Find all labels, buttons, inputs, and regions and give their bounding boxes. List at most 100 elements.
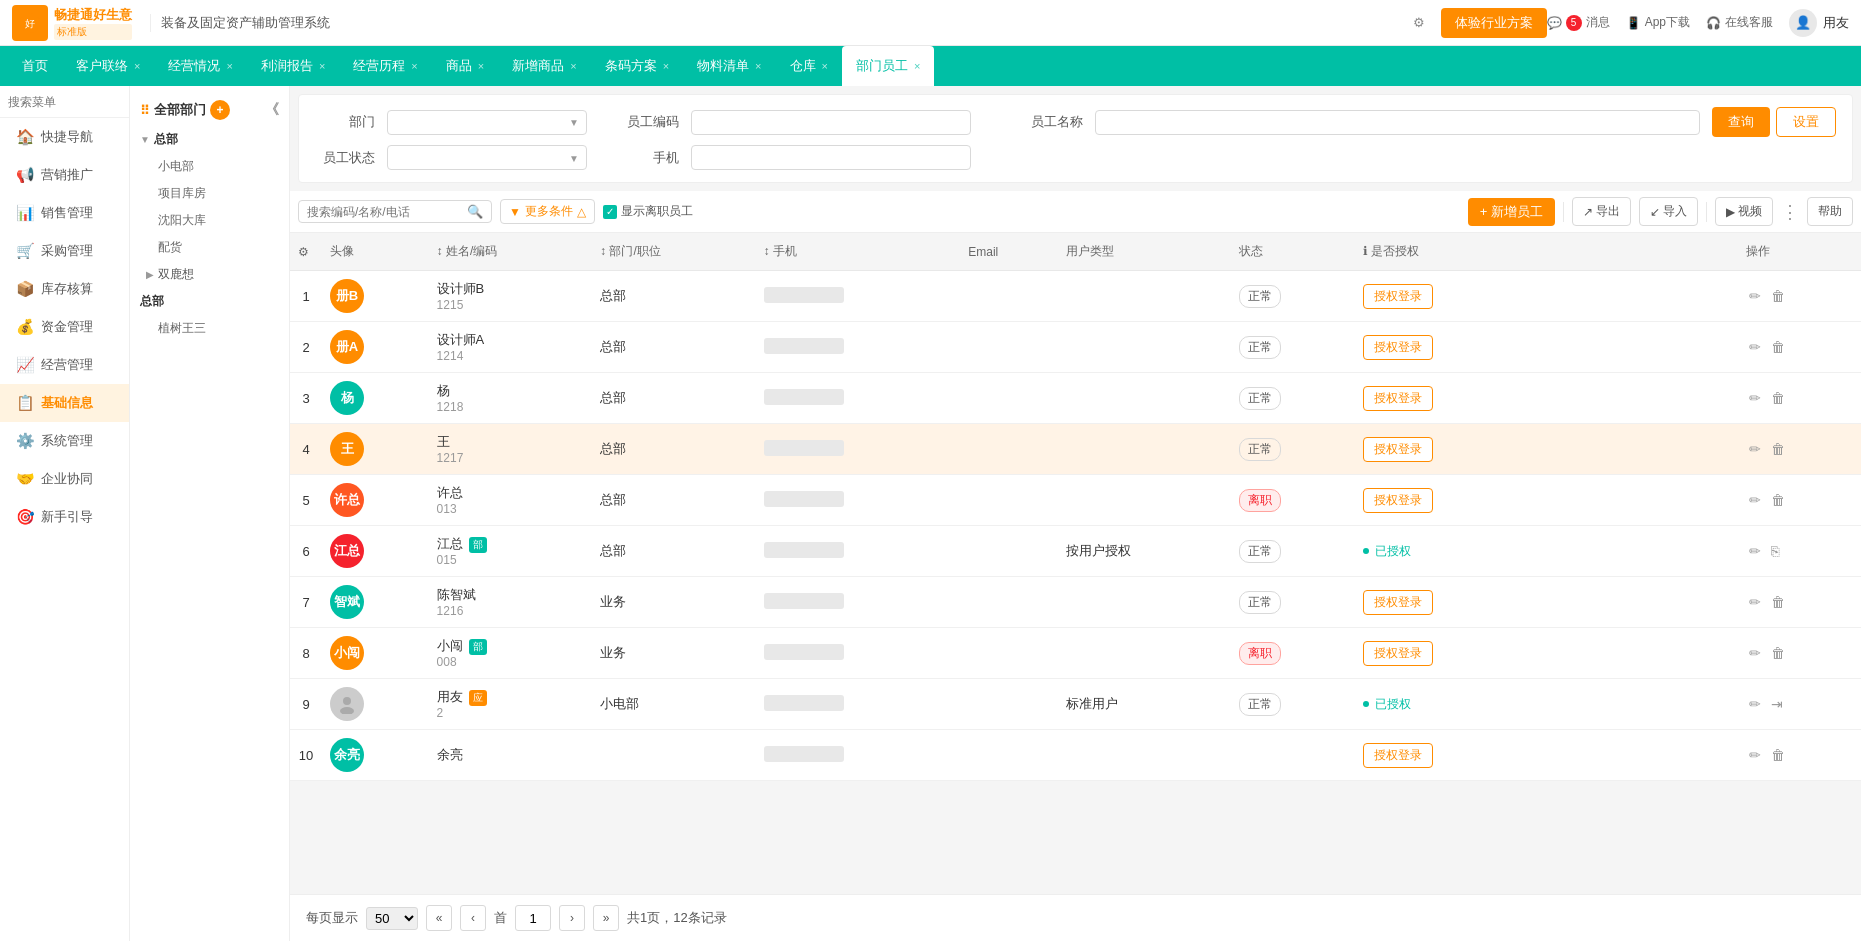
delete-icon[interactable]: 🗑 [1771,492,1785,508]
close-icon[interactable]: × [134,60,140,72]
msg-button[interactable]: 💬 5 消息 [1547,14,1610,31]
edit-icon[interactable]: ✏ [1749,441,1761,457]
dept-node-zongbu[interactable]: ▼ 总部 [130,126,289,153]
first-page-button[interactable]: « [426,905,452,931]
collapse-icon[interactable]: 《 [265,101,279,119]
link-icon[interactable]: ⇥ [1771,696,1783,712]
close-icon[interactable]: × [226,60,232,72]
copy-icon[interactable]: ⎘ [1771,543,1779,559]
more-filter-button[interactable]: ▼ 更多条件 △ [500,199,595,224]
auth-btn[interactable]: 授权登录 [1363,743,1433,768]
close-icon[interactable]: × [319,60,325,72]
prev-page-button[interactable]: ‹ [460,905,486,931]
help-button[interactable]: 帮助 [1807,197,1853,226]
close-icon[interactable]: × [570,60,576,72]
add-dept-button[interactable]: + [210,100,230,120]
search-input[interactable] [307,205,467,219]
delete-icon[interactable]: 🗑 [1771,594,1785,610]
tab-add-goods[interactable]: 新增商品× [498,46,590,86]
delete-icon[interactable]: 🗑 [1771,390,1785,406]
last-page-button[interactable]: » [593,905,619,931]
sidebar-item-sales[interactable]: 📊 销售管理 [0,194,129,232]
th-name[interactable]: ↕ 姓名/编码 [429,233,592,271]
delete-icon[interactable]: 🗑 [1771,441,1785,457]
sidebar-search-input[interactable] [8,95,130,109]
edit-icon[interactable]: ✏ [1749,594,1761,610]
edit-icon[interactable]: ✏ [1749,288,1761,304]
import-button[interactable]: ↙ 导入 [1639,197,1698,226]
show-resigned-toggle[interactable]: ✓ 显示离职员工 [603,203,693,220]
tab-bom[interactable]: 物料清单× [683,46,775,86]
dept-node-shuanglu[interactable]: ▶ 双鹿想 [130,261,289,288]
close-icon[interactable]: × [478,60,484,72]
sidebar-item-quicknav[interactable]: 🏠 快捷导航 [0,118,129,156]
next-page-button[interactable]: › [559,905,585,931]
edit-icon[interactable]: ✏ [1749,492,1761,508]
close-icon[interactable]: × [822,60,828,72]
per-page-select[interactable]: 50 100 [366,907,418,930]
close-icon[interactable]: × [755,60,761,72]
edit-icon[interactable]: ✏ [1749,747,1761,763]
set-button[interactable]: 设置 [1776,107,1836,137]
th-dept[interactable]: ↕ 部门/职位 [592,233,755,271]
emp-status-select[interactable] [387,145,587,170]
sidebar-item-collab[interactable]: 🤝 企业协同 [0,460,129,498]
add-emp-button[interactable]: + 新增员工 [1468,198,1555,226]
query-button[interactable]: 查询 [1712,107,1770,137]
sidebar-item-operation[interactable]: 📈 经营管理 [0,346,129,384]
sidebar-item-finance[interactable]: 💰 资金管理 [0,308,129,346]
tab-history[interactable]: 经营历程× [339,46,431,86]
dept-node-zongbu2[interactable]: 总部 [130,288,289,315]
dept-sub-peihuo[interactable]: 配货 [130,234,289,261]
dept-select[interactable] [387,110,587,135]
tab-profit[interactable]: 利润报告× [247,46,339,86]
tab-dept-emp[interactable]: 部门员工× [842,46,934,86]
dept-sub-shenyang[interactable]: 沈阳大库 [130,207,289,234]
edit-icon[interactable]: ✏ [1749,543,1761,559]
edit-icon[interactable]: ✏ [1749,696,1761,712]
dept-sub-xiaodiangbu[interactable]: 小电部 [130,153,289,180]
export-button[interactable]: ↗ 导出 [1572,197,1631,226]
emp-code-input[interactable] [691,110,971,135]
emp-name-input[interactable] [1095,110,1700,135]
auth-btn[interactable]: 授权登录 [1363,335,1433,360]
phone-input[interactable] [691,145,971,170]
auth-btn[interactable]: 授权登录 [1363,284,1433,309]
trial-button[interactable]: 体验行业方案 [1441,8,1547,38]
delete-icon[interactable]: 🗑 [1771,288,1785,304]
tab-operation[interactable]: 经营情况× [154,46,246,86]
edit-icon[interactable]: ✏ [1749,645,1761,661]
tab-barcode[interactable]: 条码方案× [591,46,683,86]
sidebar-item-marketing[interactable]: 📢 营销推广 [0,156,129,194]
delete-icon[interactable]: 🗑 [1771,645,1785,661]
edit-icon[interactable]: ✏ [1749,390,1761,406]
auth-btn[interactable]: 授权登录 [1363,590,1433,615]
th-settings[interactable]: ⚙ [290,233,322,271]
th-phone[interactable]: ↕ 手机 [756,233,961,271]
user-area[interactable]: 👤 用友 [1789,9,1849,37]
online-service-button[interactable]: 🎧 在线客服 [1706,14,1773,31]
sidebar-item-inventory[interactable]: 📦 库存核算 [0,270,129,308]
auth-btn[interactable]: 授权登录 [1363,437,1433,462]
close-icon[interactable]: × [411,60,417,72]
sidebar-item-guide[interactable]: 🎯 新手引导 [0,498,129,536]
app-download-button[interactable]: 📱 App下载 [1626,14,1690,31]
close-icon[interactable]: × [663,60,669,72]
tab-goods[interactable]: 商品× [432,46,498,86]
tab-customer[interactable]: 客户联络× [62,46,154,86]
sidebar-item-system[interactable]: ⚙️ 系统管理 [0,422,129,460]
edit-icon[interactable]: ✏ [1749,339,1761,355]
page-number-input[interactable] [515,905,551,931]
auth-btn[interactable]: 授权登录 [1363,641,1433,666]
tab-home[interactable]: 首页 [8,46,62,86]
close-icon[interactable]: × [914,60,920,72]
delete-icon[interactable]: 🗑 [1771,339,1785,355]
tab-warehouse[interactable]: 仓库× [776,46,842,86]
sidebar-item-basic[interactable]: 📋 基础信息 [0,384,129,422]
sidebar-item-purchase[interactable]: 🛒 采购管理 [0,232,129,270]
settings-icon[interactable]: ⚙ [1405,9,1433,37]
delete-icon[interactable]: 🗑 [1771,747,1785,763]
dept-sub-xiangmukufang[interactable]: 项目库房 [130,180,289,207]
dept-sub-zhishu[interactable]: 植树王三 [130,315,289,342]
auth-btn[interactable]: 授权登录 [1363,386,1433,411]
